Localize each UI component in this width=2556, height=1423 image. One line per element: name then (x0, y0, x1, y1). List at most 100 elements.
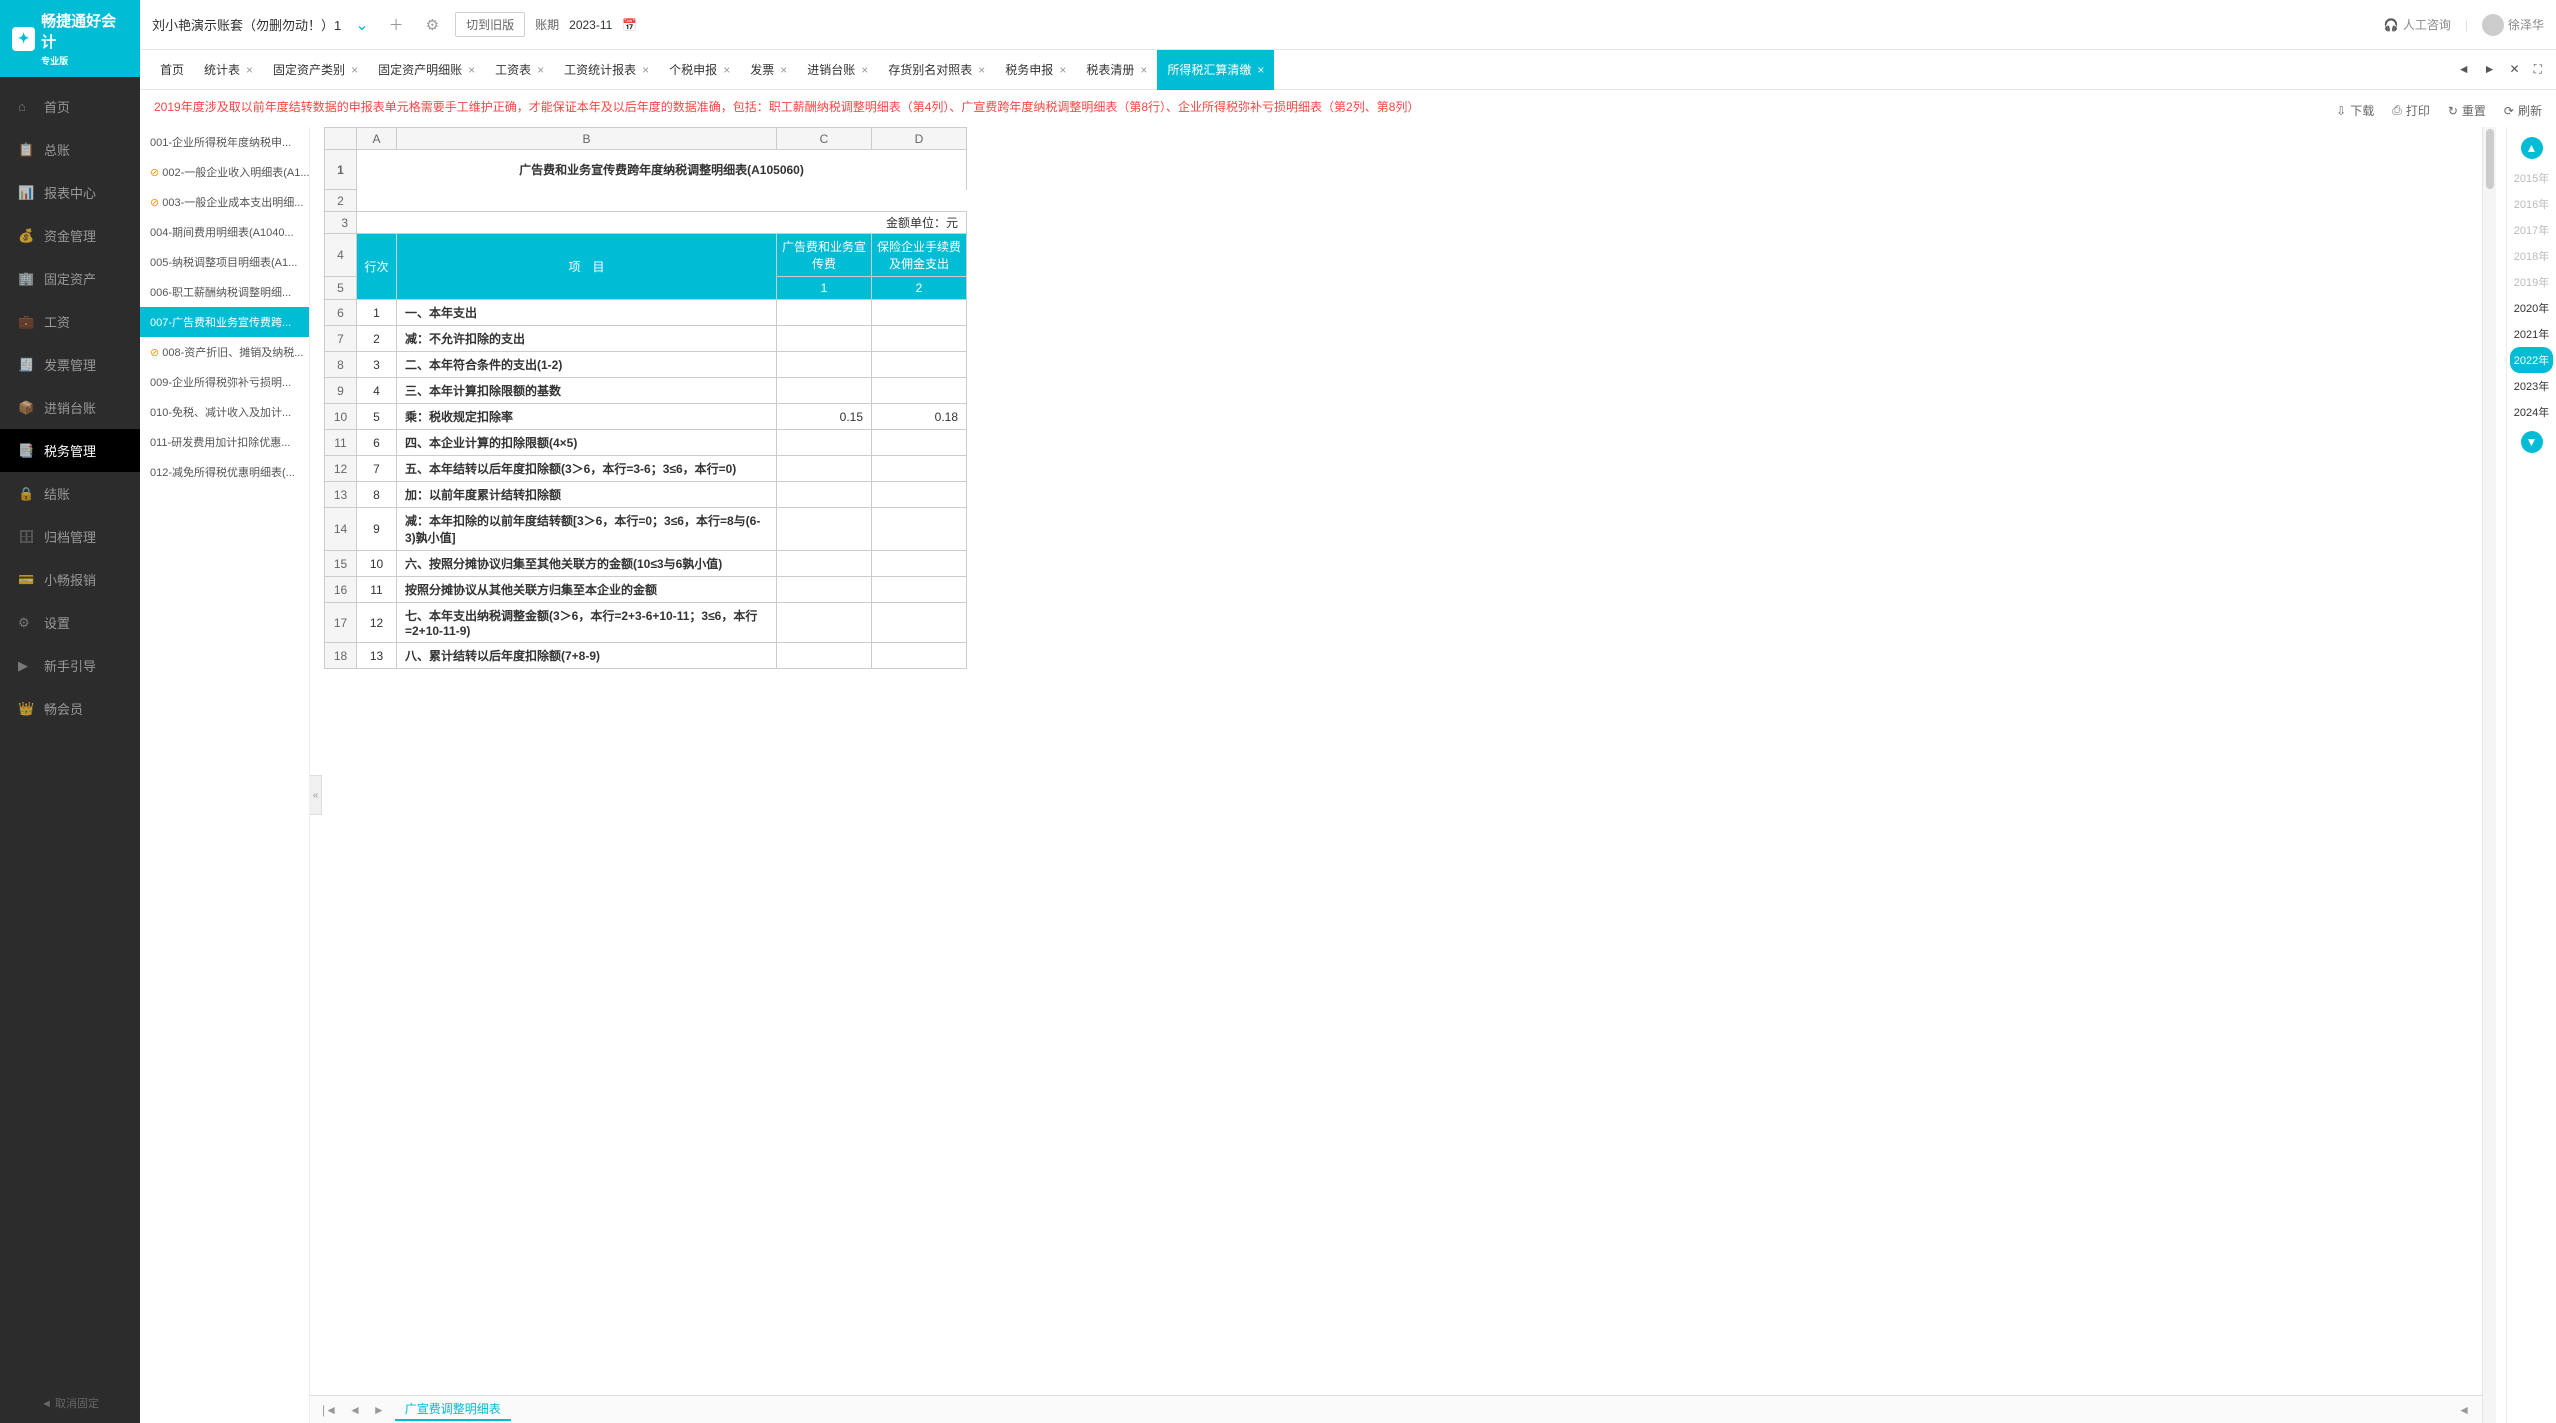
form-item[interactable]: 001-企业所得税年度纳税申... (140, 127, 309, 157)
switch-old-version-button[interactable]: 切到旧版 (455, 12, 525, 37)
row-number[interactable]: 8 (357, 482, 397, 508)
row-desc[interactable]: 六、按照分摊协议归集至其他关联方的金额(10≤3与6孰小值) (397, 551, 777, 577)
nav-footer[interactable]: ◄ 取消固定 (0, 1383, 140, 1423)
col-header[interactable]: C (777, 128, 872, 150)
row-number[interactable]: 12 (357, 603, 397, 643)
account-name[interactable]: 刘小艳演示账套（勿删勿动！）1 (152, 15, 341, 34)
row-desc[interactable]: 五、本年结转以后年度扣除额(3＞6，本行=3-6；3≤6，本行=0) (397, 456, 777, 482)
tab[interactable]: 发票× (740, 50, 797, 90)
tab-close-icon[interactable]: × (1257, 63, 1264, 77)
row-desc[interactable]: 按照分摊协议从其他关联方归集至本企业的金额 (397, 577, 777, 603)
tab[interactable]: 进销台账× (797, 50, 878, 90)
row-header[interactable]: 6 (325, 300, 357, 326)
cell-value[interactable] (872, 577, 967, 603)
tab-prev-icon[interactable]: ◄ (2454, 60, 2474, 79)
row-desc[interactable]: 八、累计结转以后年度扣除额(7+8-9) (397, 643, 777, 669)
cell-value[interactable] (872, 643, 967, 669)
cell-value[interactable]: 0.18 (872, 404, 967, 430)
year-option[interactable]: 2022年 (2510, 347, 2553, 373)
row-header[interactable]: 9 (325, 378, 357, 404)
print-button[interactable]: ⎙ 打印 (2392, 102, 2430, 119)
year-option[interactable]: 2016年 (2510, 191, 2553, 217)
row-header[interactable]: 14 (325, 508, 357, 551)
tab-close-icon[interactable]: × (468, 63, 475, 77)
cell-value[interactable] (777, 300, 872, 326)
nav-item[interactable]: 🔒结账 (0, 472, 140, 515)
row-number[interactable]: 5 (357, 404, 397, 430)
cell-value[interactable] (777, 430, 872, 456)
nav-item[interactable]: ⌂首页 (0, 85, 140, 128)
sheet-scroll-left-icon[interactable]: ◄ (2456, 1403, 2472, 1417)
nav-item[interactable]: ▶新手引导 (0, 644, 140, 687)
year-option[interactable]: 2017年 (2510, 217, 2553, 243)
add-icon[interactable]: ＋ (383, 14, 410, 35)
sheet-first-icon[interactable]: |◄ (320, 1403, 339, 1417)
nav-item[interactable]: 💳小畅报销 (0, 558, 140, 601)
tab-next-icon[interactable]: ► (2480, 60, 2500, 79)
row-header[interactable]: 2 (325, 190, 357, 212)
row-header[interactable]: 3 (325, 212, 357, 234)
cell-value[interactable] (872, 430, 967, 456)
cell-value[interactable] (777, 577, 872, 603)
tab-close-icon[interactable]: × (1059, 63, 1066, 77)
cell-value[interactable] (777, 326, 872, 352)
row-header[interactable]: 8 (325, 352, 357, 378)
year-option[interactable]: 2015年 (2510, 165, 2553, 191)
tab-close-icon[interactable]: × (780, 63, 787, 77)
year-option[interactable]: 2019年 (2510, 269, 2553, 295)
tab[interactable]: 税务申报× (995, 50, 1076, 90)
row-header[interactable]: 5 (325, 277, 357, 300)
nav-item[interactable]: 💰资金管理 (0, 214, 140, 257)
help-link[interactable]: 🎧 人工咨询 (2384, 16, 2451, 33)
row-number[interactable]: 9 (357, 508, 397, 551)
row-header[interactable]: 12 (325, 456, 357, 482)
corner-cell[interactable] (325, 128, 357, 150)
nav-item[interactable]: 📊报表中心 (0, 171, 140, 214)
tab[interactable]: 固定资产明细账× (368, 50, 485, 90)
row-header[interactable]: 1 (325, 150, 357, 190)
row-header[interactable]: 10 (325, 404, 357, 430)
tab[interactable]: 税表清册× (1076, 50, 1157, 90)
tab-close-icon[interactable]: ✕ (2506, 60, 2524, 79)
tab[interactable]: 首页 (150, 50, 194, 90)
download-button[interactable]: ⇩ 下载 (2336, 102, 2374, 119)
tab-close-icon[interactable]: × (642, 63, 649, 77)
tab-close-icon[interactable]: × (861, 63, 868, 77)
row-header[interactable]: 11 (325, 430, 357, 456)
row-number[interactable]: 11 (357, 577, 397, 603)
row-header[interactable]: 17 (325, 603, 357, 643)
col-header[interactable]: B (397, 128, 777, 150)
nav-item[interactable]: 👑畅会员 (0, 687, 140, 730)
cell-value[interactable] (777, 378, 872, 404)
cell-value[interactable] (872, 378, 967, 404)
row-number[interactable]: 6 (357, 430, 397, 456)
spreadsheet[interactable]: A B C D 1 广告费和业务宣传费跨年度纳税调整明细表(A105060) 2 (324, 127, 967, 669)
year-option[interactable]: 2023年 (2510, 373, 2553, 399)
form-item[interactable]: 009-企业所得税弥补亏损明... (140, 367, 309, 397)
row-number[interactable]: 2 (357, 326, 397, 352)
cell-value[interactable] (872, 456, 967, 482)
row-header[interactable]: 7 (325, 326, 357, 352)
form-item[interactable]: 006-职工薪酬纳税调整明细... (140, 277, 309, 307)
cell-value[interactable] (777, 551, 872, 577)
calendar-icon[interactable]: 📅 (622, 18, 637, 32)
row-header[interactable]: 18 (325, 643, 357, 669)
tab[interactable]: 存货别名对照表× (878, 50, 995, 90)
row-desc[interactable]: 加：以前年度累计结转扣除额 (397, 482, 777, 508)
year-option[interactable]: 2020年 (2510, 295, 2553, 321)
form-item[interactable]: 004-期间费用明细表(A1040... (140, 217, 309, 247)
nav-item[interactable]: 🗄归档管理 (0, 515, 140, 558)
form-item[interactable]: 012-减免所得税优惠明细表(... (140, 457, 309, 487)
refresh-button[interactable]: ⟳ 刷新 (2504, 102, 2542, 119)
cell-value[interactable] (872, 603, 967, 643)
tab-close-icon[interactable]: × (351, 63, 358, 77)
row-desc[interactable]: 七、本年支出纳税调整金额(3＞6，本行=2+3-6+10-11；3≤6，本行=2… (397, 603, 777, 643)
tab-close-icon[interactable]: × (246, 63, 253, 77)
row-number[interactable]: 10 (357, 551, 397, 577)
account-dropdown-icon[interactable]: ⌄ (351, 15, 372, 35)
tab-close-icon[interactable]: × (1140, 63, 1147, 77)
row-desc[interactable]: 乘：税收规定扣除率 (397, 404, 777, 430)
tab[interactable]: 所得税汇算清缴× (1157, 50, 1274, 90)
row-header[interactable]: 13 (325, 482, 357, 508)
row-number[interactable]: 1 (357, 300, 397, 326)
